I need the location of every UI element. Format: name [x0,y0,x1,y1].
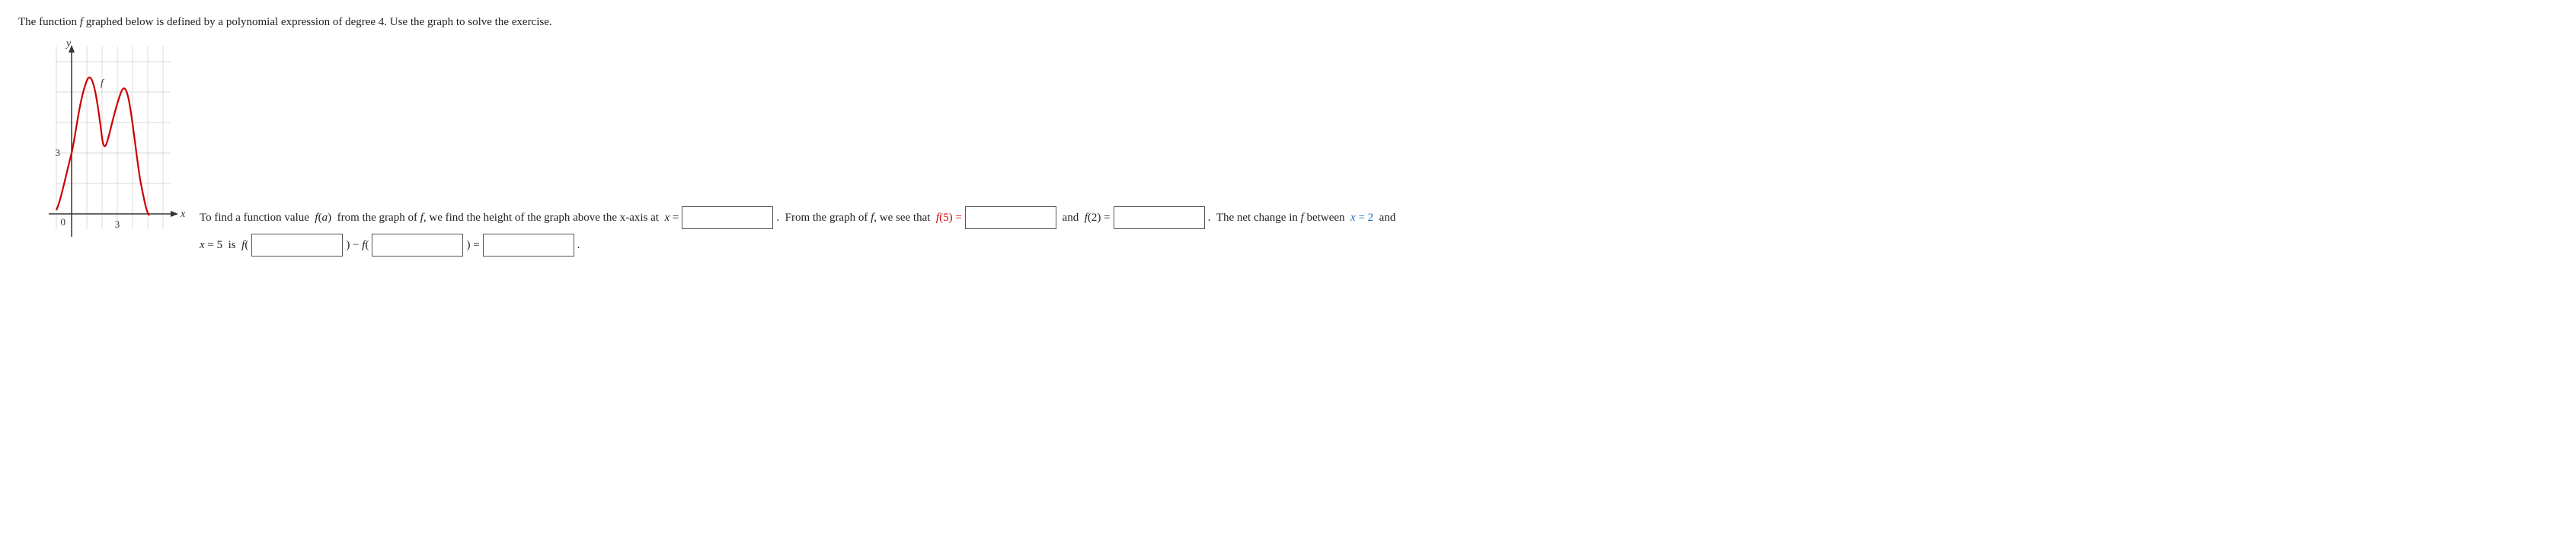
input-x-value[interactable] [682,206,773,229]
line2-period: . [577,234,580,257]
input-net-x2[interactable] [372,234,463,257]
x-tick-3: 3 [115,218,120,230]
line2-part1: x = 5 is f( [200,234,248,257]
function-curve [56,77,149,215]
input-net-x1[interactable] [251,234,343,257]
header-text: The function f graphed below is defined … [18,14,2558,31]
x-axis-label: x [180,209,186,220]
line1: To find a function value f(a) from the g… [200,206,2558,229]
line1-part2: . From the graph of f, we see that f(5) … [776,206,961,229]
input-f5[interactable] [965,206,1056,229]
input-f2[interactable] [1114,206,1205,229]
line1-part1: To find a function value f(a) from the g… [200,206,679,229]
y-tick-3: 3 [56,147,61,158]
page-container: The function f graphed below is defined … [18,14,2558,260]
content-area: y x 3 0 3 f To find a function [18,39,2558,260]
line2-part3: ) = [466,234,479,257]
line1-part3: and f(2) = [1059,206,1111,229]
graph-container: y x 3 0 3 f [18,39,186,260]
graph-svg: y x 3 0 3 f [18,39,186,260]
bottom-section: To find a function value f(a) from the g… [200,39,2558,257]
f-label: f [101,77,105,88]
input-net-result[interactable] [483,234,574,257]
line1-part4: . The net change in f between x = 2 and [1208,206,1396,229]
origin-label: 0 [61,216,66,228]
line2: x = 5 is f( ) − f( ) = . [200,234,2558,257]
y-axis-label: y [65,39,72,49]
line2-part2: ) − f( [346,234,369,257]
